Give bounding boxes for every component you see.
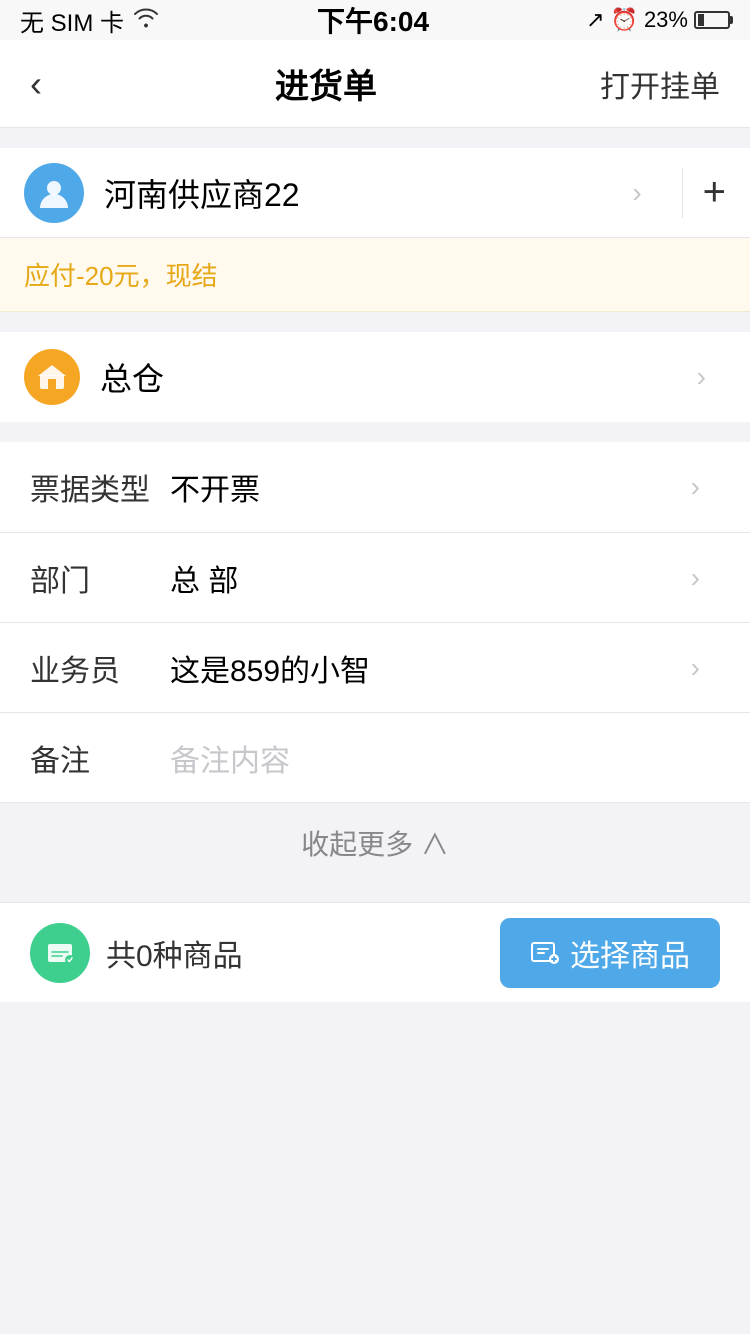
page-title: 进货单 [275,59,377,108]
salesperson-chevron-icon: › [691,652,700,684]
notice-row: 应付-20元，现结 [0,238,750,312]
warehouse-chevron-icon: › [697,361,706,393]
supplier-avatar [24,163,84,223]
select-product-button[interactable]: 选择商品 [500,918,720,988]
collapse-button[interactable]: 收起更多 ∧ [0,802,750,882]
remark-row[interactable]: 备注 备注内容 [0,712,750,802]
product-count-text: 共0种商品 [106,931,243,975]
warehouse-row[interactable]: 总仓 › [0,332,750,422]
select-product-label: 选择商品 [570,931,690,975]
product-count-area: 共0种商品 [30,923,243,983]
supplier-row[interactable]: 河南供应商22 › + [0,148,750,238]
remark-value[interactable]: 备注内容 [170,736,720,780]
supplier-card: 河南供应商22 › + 应付-20元，现结 [0,148,750,312]
department-chevron-icon: › [691,562,700,594]
top-divider [0,128,750,148]
supplier-chevron-icon: › [632,177,641,209]
product-icon-circle [30,923,90,983]
location-icon: ↗ [586,7,604,33]
battery-icon [694,11,730,29]
status-indicators: ↗ ⏰ 23% [586,7,730,33]
back-button[interactable]: ‹ [20,53,52,115]
supplier-vertical-divider [682,168,683,218]
invoice-chevron-icon: › [691,471,700,503]
salesperson-value: 这是859的小智 [170,646,691,690]
salesperson-label: 业务员 [30,646,170,690]
invoice-type-label: 票据类型 [30,465,170,509]
salesperson-row[interactable]: 业务员 这是859的小智 › [0,622,750,712]
nav-bar: ‹ 进货单 打开挂单 [0,40,750,128]
form-card: 票据类型 不开票 › 部门 总 部 › 业务员 这是859的小智 › 备注 备注… [0,442,750,882]
department-row[interactable]: 部门 总 部 › [0,532,750,622]
bottom-divider [0,882,750,902]
warehouse-card[interactable]: 总仓 › [0,332,750,422]
add-supplier-button[interactable]: + [703,170,726,215]
warehouse-name: 总仓 [100,354,697,400]
collapse-label: 收起更多 ∧ [301,823,449,863]
status-bar: 无 SIM 卡 下午6:04 ↗ ⏰ 23% [0,0,750,40]
bottom-bar: 共0种商品 选择商品 [0,902,750,1002]
status-carrier: 无 SIM 卡 [20,3,160,38]
department-value: 总 部 [170,556,691,600]
remark-label: 备注 [30,736,170,780]
invoice-type-row[interactable]: 票据类型 不开票 › [0,442,750,532]
wifi-icon [132,6,160,35]
invoice-type-value: 不开票 [170,465,691,509]
warehouse-icon [24,349,80,405]
open-pending-button[interactable]: 打开挂单 [600,62,720,106]
supplier-name: 河南供应商22 [104,170,632,216]
department-label: 部门 [30,556,170,600]
middle-divider-2 [0,422,750,442]
middle-divider-1 [0,312,750,332]
status-time: 下午6:04 [317,0,429,40]
bottom-spacer [0,1002,750,1302]
alarm-icon: ⏰ [611,7,638,33]
